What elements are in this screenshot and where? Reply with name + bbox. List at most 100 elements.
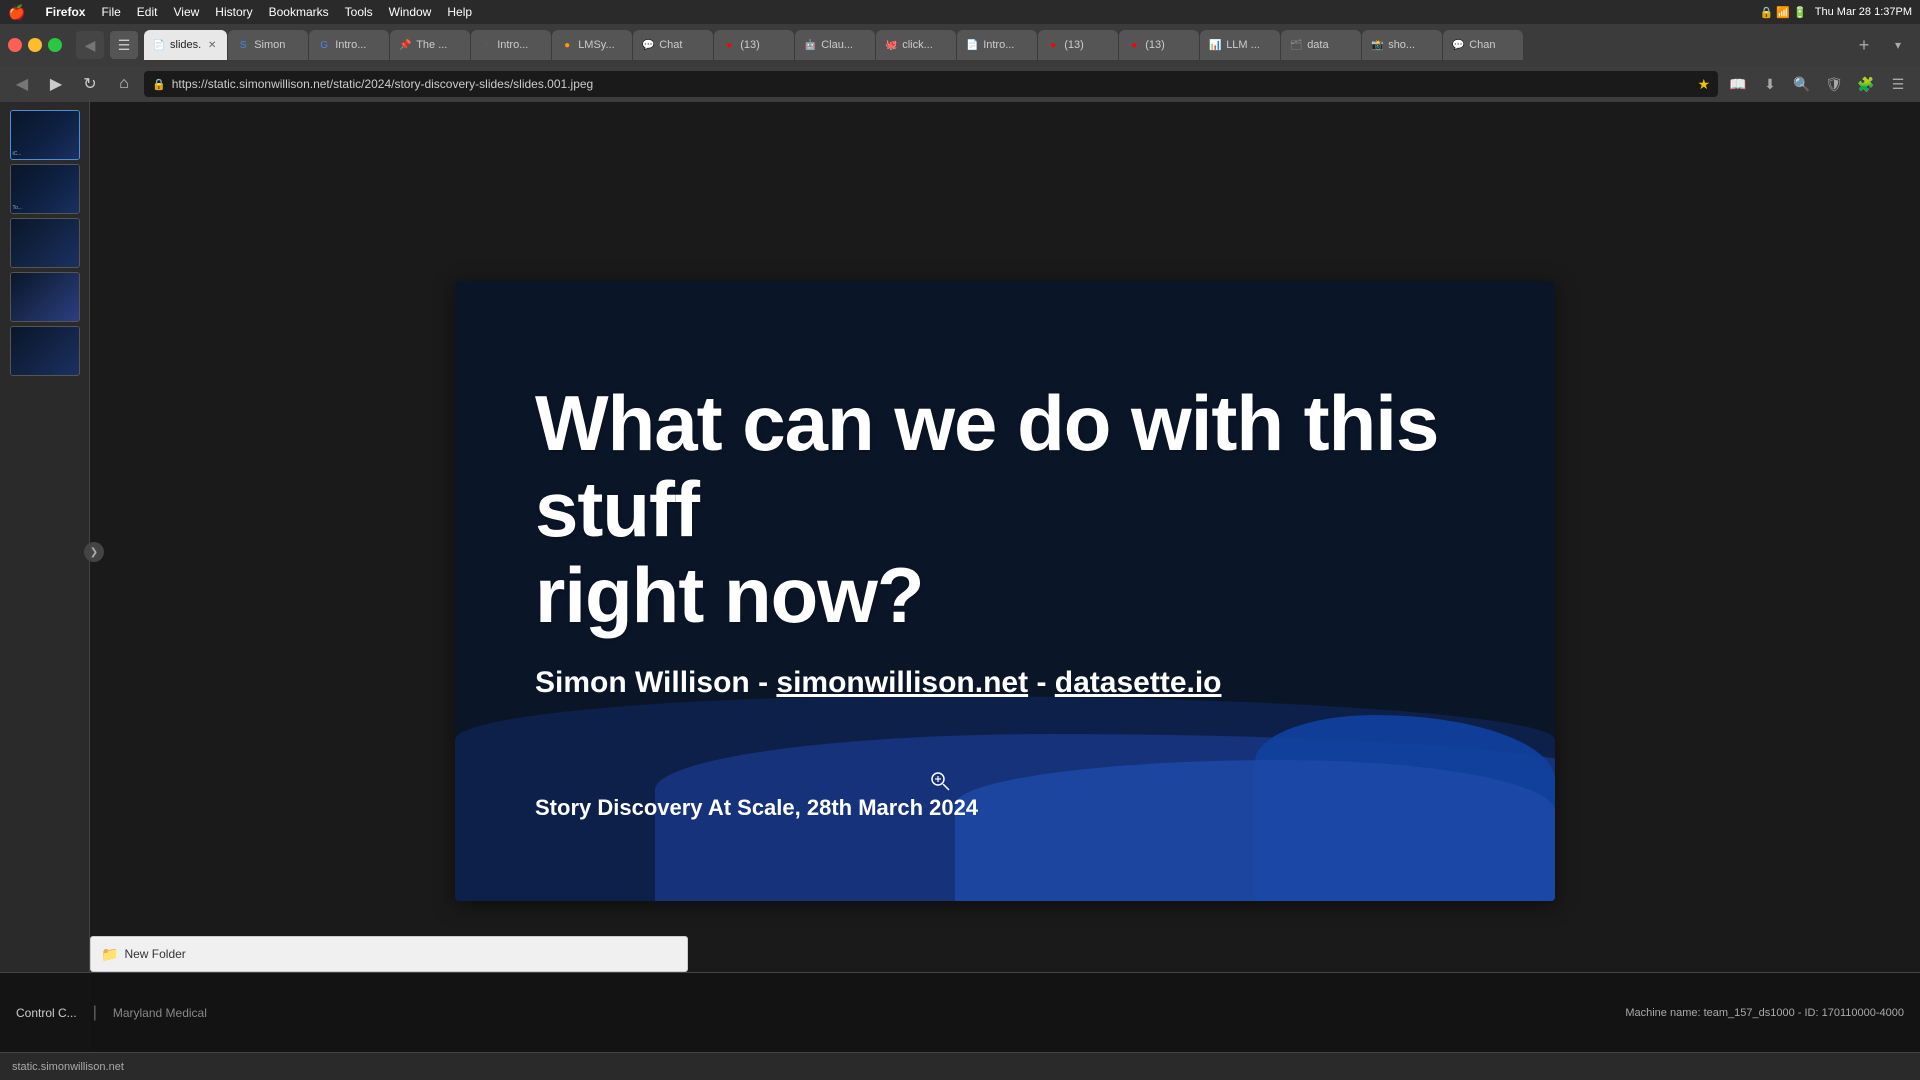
slide-thumb-4[interactable] xyxy=(10,272,80,322)
tab-13c[interactable]: ● (13) xyxy=(1119,30,1199,60)
folder-panel: 📁 New Folder xyxy=(90,936,688,972)
slide-thumb-2[interactable]: To... xyxy=(10,164,80,214)
tab-shot[interactable]: 📸 sho... xyxy=(1362,30,1442,60)
status-bar: static.simonwillison.net xyxy=(0,1052,1920,1080)
minimize-button[interactable] xyxy=(28,38,42,52)
tab-favicon-google: G xyxy=(317,38,331,52)
new-folder-icon: 📁 xyxy=(101,946,118,963)
tab-favicon-shot: 📸 xyxy=(1370,38,1384,52)
menubar: 🍎 Firefox File Edit View History Bookmar… xyxy=(0,0,1920,24)
url-display: https://static.simonwillison.net/static/… xyxy=(172,77,1692,91)
tab-favicon-slides: 📄 xyxy=(152,38,166,52)
tab-intro2[interactable]: A Intro... xyxy=(471,30,551,60)
machine-info: Machine name: team_157_ds1000 - ID: 1701… xyxy=(1625,1007,1904,1019)
tab-claude[interactable]: 🤖 Clau... xyxy=(795,30,875,60)
slide-separator: - xyxy=(1028,666,1055,699)
tab-favicon-13c: ● xyxy=(1127,38,1141,52)
tab-the[interactable]: 📌 The ... xyxy=(390,30,470,60)
browser-window: ◀ ☰ 📄 slides. ✕ S Simon G Intro... 📌 The… xyxy=(0,24,1920,1080)
new-folder-label: New Folder xyxy=(124,947,185,961)
tab-list-button[interactable]: ▾ xyxy=(1884,31,1912,59)
slide-thumb-5[interactable] xyxy=(10,326,80,376)
browser-toolbar-right: 📖 ⬇ 🔍 🛡 🧩 ☰ xyxy=(1724,70,1912,98)
tab-lms[interactable]: ● LMSy... xyxy=(552,30,632,60)
tab-label-intro3: Intro... xyxy=(983,39,1014,51)
tab-favicon-the: 📌 xyxy=(398,38,412,52)
apple-menu-icon[interactable]: 🍎 xyxy=(8,4,25,21)
security-lock-icon: 🔒 xyxy=(152,78,166,91)
slide-view: What can we do with this stuff right now… xyxy=(90,102,1920,1080)
menubar-history[interactable]: History xyxy=(215,5,252,19)
menubar-icons: 🔒 📶 🔋 xyxy=(1760,6,1807,19)
nav-reload-button[interactable]: ↻ xyxy=(76,70,104,98)
tab-favicon-intro3: 📄 xyxy=(965,38,979,52)
tab-favicon-13b: ● xyxy=(1046,38,1060,52)
tab-chan[interactable]: 💬 Chan xyxy=(1443,30,1523,60)
tab-label-google: Intro... xyxy=(335,39,366,51)
tab-13a[interactable]: ● (13) xyxy=(714,30,794,60)
tab-label-lms: LMSy... xyxy=(578,39,614,51)
tab-label-simon: Simon xyxy=(254,39,285,51)
tab-click[interactable]: 🐙 click... xyxy=(876,30,956,60)
traffic-lights xyxy=(8,38,62,52)
shield-button[interactable]: 🛡 xyxy=(1820,70,1848,98)
tab-label-claude: Clau... xyxy=(821,39,853,51)
menubar-window[interactable]: Window xyxy=(389,5,432,19)
slide-thumb-1[interactable]: iC... xyxy=(10,110,80,160)
slide-headline-line1: What can we do with this stuff xyxy=(535,379,1438,553)
slide-author: Simon Willison - xyxy=(535,666,776,699)
tab-favicon-13a: ● xyxy=(722,38,736,52)
menubar-bookmarks[interactable]: Bookmarks xyxy=(269,5,329,19)
nav-forward-button[interactable]: ▶ xyxy=(42,70,70,98)
slide-footer: Story Discovery At Scale, 28th March 202… xyxy=(535,795,1475,821)
tab-label-click: click... xyxy=(902,39,933,51)
close-button[interactable] xyxy=(8,38,22,52)
slide-link-simonwillison[interactable]: simonwillison.net xyxy=(776,666,1028,699)
address-bar[interactable]: 🔒 https://static.simonwillison.net/stati… xyxy=(144,71,1718,97)
tab-llm[interactable]: 📊 LLM ... xyxy=(1200,30,1280,60)
menubar-file[interactable]: File xyxy=(101,5,120,19)
slide-thumb-3[interactable] xyxy=(10,218,80,268)
new-tab-button[interactable]: + xyxy=(1850,31,1878,59)
menubar-edit[interactable]: Edit xyxy=(137,5,158,19)
tab-intro3[interactable]: 📄 Intro... xyxy=(957,30,1037,60)
tab-label-chat: Chat xyxy=(659,39,682,51)
slide-content: What can we do with this stuff right now… xyxy=(455,281,1555,901)
reader-mode-button[interactable]: 📖 xyxy=(1724,70,1752,98)
sidebar-toggle-button[interactable]: ☰ xyxy=(110,31,138,59)
zoom-button[interactable]: 🔍 xyxy=(1788,70,1816,98)
nav-back-button[interactable]: ◀ xyxy=(8,70,36,98)
tab-simon[interactable]: S Simon xyxy=(228,30,308,60)
tab-13b[interactable]: ● (13) xyxy=(1038,30,1118,60)
slide-thumbnails-sidebar: iC... To... xyxy=(0,102,90,1080)
download-button[interactable]: ⬇ xyxy=(1756,70,1784,98)
menubar-tools[interactable]: Tools xyxy=(345,5,373,19)
tab-label-the: The ... xyxy=(416,39,447,51)
bookmark-star-icon[interactable]: ★ xyxy=(1697,76,1710,93)
menu-button[interactable]: ☰ xyxy=(1884,70,1912,98)
tab-google[interactable]: G Intro... xyxy=(309,30,389,60)
slide-main-text: What can we do with this stuff right now… xyxy=(535,381,1475,700)
maximize-button[interactable] xyxy=(48,38,62,52)
slide-headline: What can we do with this stuff right now… xyxy=(535,381,1475,638)
bottom-panel: Control C... | Maryland Medical Machine … xyxy=(0,972,1920,1052)
slide-subtitle: Simon Willison - simonwillison.net - dat… xyxy=(535,666,1475,700)
menubar-help[interactable]: Help xyxy=(447,5,472,19)
extensions-button[interactable]: 🧩 xyxy=(1852,70,1880,98)
tab-favicon-click: 🐙 xyxy=(884,38,898,52)
sidebar-collapse-button[interactable]: ❯ xyxy=(84,542,90,562)
slide-main: What can we do with this stuff right now… xyxy=(455,281,1555,901)
menubar-view[interactable]: View xyxy=(173,5,199,19)
tab-label-llm: LLM ... xyxy=(1226,39,1260,51)
menubar-firefox[interactable]: Firefox xyxy=(45,5,85,19)
tab-chat[interactable]: 💬 Chat xyxy=(633,30,713,60)
nav-home-button[interactable]: ⌂ xyxy=(110,70,138,98)
tab-close-slides[interactable]: ✕ xyxy=(205,38,219,52)
slide-link-datasette[interactable]: datasette.io xyxy=(1055,666,1222,699)
tab-data[interactable]: 🗂 data xyxy=(1281,30,1361,60)
back-button[interactable]: ◀ xyxy=(76,31,104,59)
tab-favicon-lms: ● xyxy=(560,38,574,52)
tab-slides[interactable]: 📄 slides. ✕ xyxy=(144,30,227,60)
tab-favicon-claude: 🤖 xyxy=(803,38,817,52)
thumb-label-1: iC... xyxy=(13,151,22,157)
